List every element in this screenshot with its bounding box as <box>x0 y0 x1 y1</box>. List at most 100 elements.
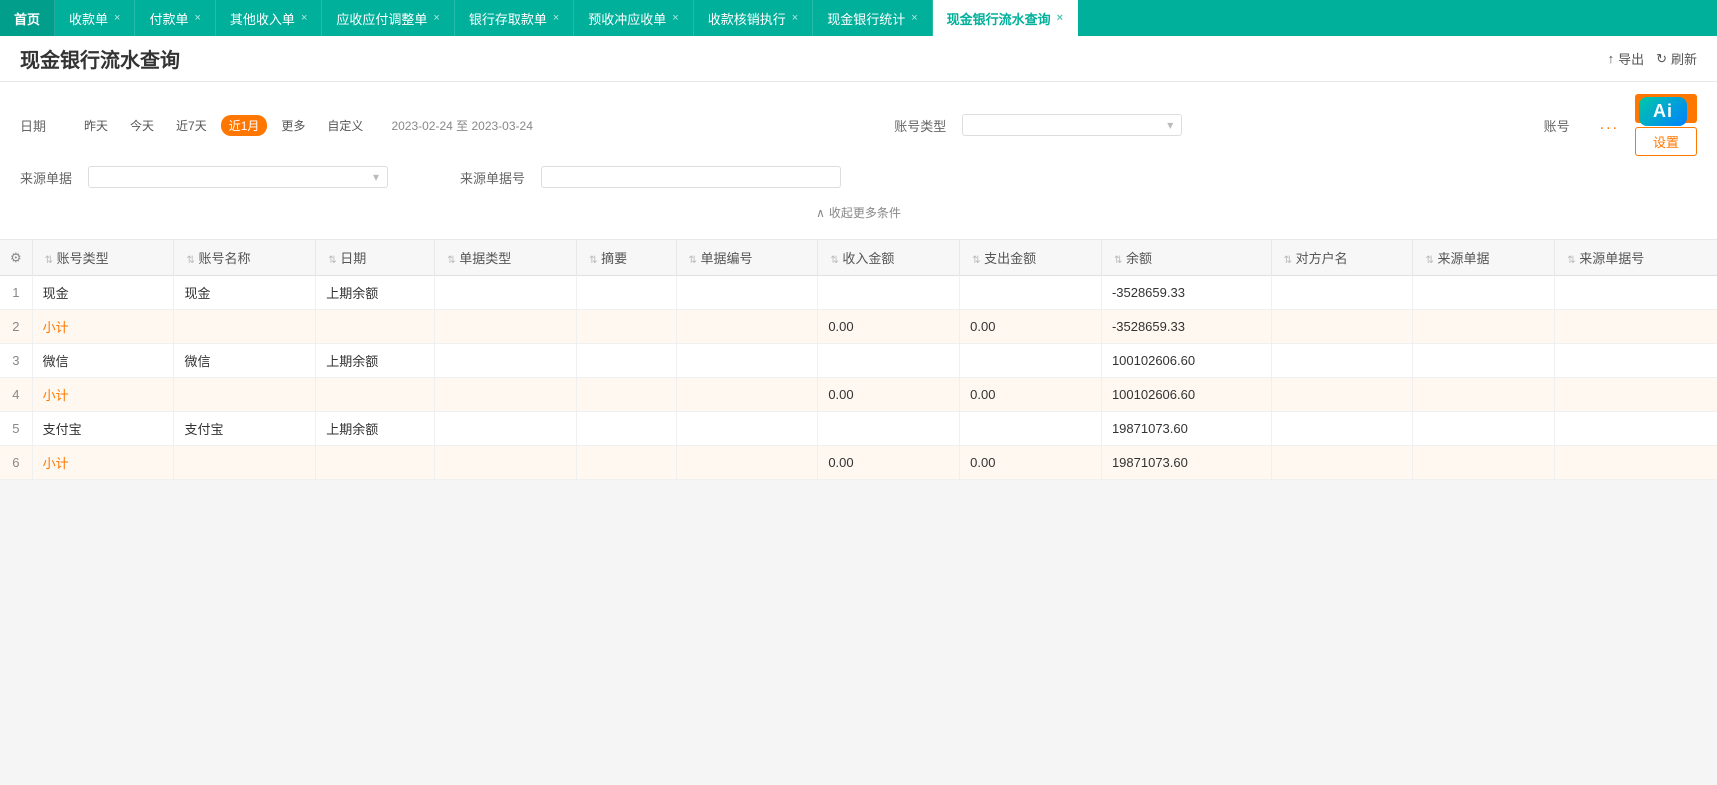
cell-date <box>316 310 435 344</box>
cell-counterparty <box>1271 344 1413 378</box>
collapse-icon: ∧ <box>816 206 825 220</box>
cell-account-type: 支付宝 <box>32 412 174 446</box>
cell-balance: 100102606.60 <box>1101 378 1271 412</box>
close-icon[interactable]: × <box>114 12 120 24</box>
cell-doc-no <box>676 310 818 344</box>
gear-icon[interactable]: ⚙ <box>10 250 22 265</box>
account-type-label: 账号类型 <box>894 116 946 135</box>
date-label: 日期 <box>20 116 60 135</box>
date-opt-7days[interactable]: 近7天 <box>168 115 215 136</box>
cell-income: 0.00 <box>818 378 960 412</box>
th-source-doc-no[interactable]: ⇅ 来源单据号 <box>1555 240 1717 276</box>
cell-date: 上期余额 <box>316 412 435 446</box>
cell-expense: 0.00 <box>960 310 1102 344</box>
date-opt-custom[interactable]: 自定义 <box>319 115 371 136</box>
ai-badge[interactable]: Ai <box>1639 97 1687 126</box>
collapse-bar[interactable]: ∧ 收起更多条件 <box>20 198 1697 227</box>
th-account-name[interactable]: ⇅ 账号名称 <box>174 240 316 276</box>
table-row: 4小计0.000.00100102606.60 <box>0 378 1717 412</box>
close-icon[interactable]: × <box>911 12 917 24</box>
nav-tab-arpa[interactable]: 应收应付调整单 × <box>322 0 454 36</box>
chevron-down-icon: ▾ <box>1167 118 1173 132</box>
source-doc-num-input[interactable] <box>541 166 841 188</box>
th-doc-type[interactable]: ⇅ 单据类型 <box>435 240 577 276</box>
cell-source-doc-no <box>1555 344 1717 378</box>
cell-source-doc <box>1413 276 1555 310</box>
cell-counterparty <box>1271 378 1413 412</box>
table-header-row: ⚙ ⇅ 账号类型 ⇅ 账号名称 ⇅ 日期 ⇅ 单据类型 <box>0 240 1717 276</box>
close-icon[interactable]: × <box>792 12 798 24</box>
th-account-type[interactable]: ⇅ 账号类型 <box>32 240 174 276</box>
cell-doc-type <box>435 276 577 310</box>
close-icon[interactable]: × <box>301 12 307 24</box>
account-type-select[interactable]: ▾ <box>962 114 1182 136</box>
nav-tab-receipt[interactable]: 收款单 × <box>55 0 135 36</box>
cell-doc-type <box>435 412 577 446</box>
cell-income: 0.00 <box>818 310 960 344</box>
th-income[interactable]: ⇅ 收入金额 <box>818 240 960 276</box>
cell-account-name <box>174 446 316 480</box>
data-table: ⚙ ⇅ 账号类型 ⇅ 账号名称 ⇅ 日期 ⇅ 单据类型 <box>0 240 1717 480</box>
cell-date: 上期余额 <box>316 344 435 378</box>
th-balance[interactable]: ⇅ 余额 <box>1101 240 1271 276</box>
nav-tab-bank-deposit[interactable]: 银行存取款单 × <box>455 0 574 36</box>
close-icon[interactable]: × <box>1057 12 1063 24</box>
settings-button[interactable]: 设置 <box>1635 127 1697 156</box>
cell-account-name: 微信 <box>174 344 316 378</box>
date-opt-1month[interactable]: 近1月 <box>221 115 268 136</box>
nav-tab-payment[interactable]: 付款单 × <box>135 0 215 36</box>
nav-tab-other-income[interactable]: 其他收入单 × <box>216 0 322 36</box>
th-source-doc[interactable]: ⇅ 来源单据 <box>1413 240 1555 276</box>
cell-account-type: 现金 <box>32 276 174 310</box>
top-nav: 首页 收款单 × 付款单 × 其他收入单 × 应收应付调整单 × 银行存取款单 … <box>0 0 1717 36</box>
filter-row-date: 日期 昨天 今天 近7天 近1月 更多 自定义 2023-02-24 至 202… <box>20 94 1697 156</box>
cell-source-doc <box>1413 310 1555 344</box>
table-body: 1现金现金上期余额-3528659.332小计0.000.00-3528659.… <box>0 276 1717 480</box>
cell-date <box>316 378 435 412</box>
table-row: 2小计0.000.00-3528659.33 <box>0 310 1717 344</box>
cell-doc-no <box>676 446 818 480</box>
export-button[interactable]: ↑ 导出 <box>1608 49 1645 68</box>
cell-account-name <box>174 310 316 344</box>
date-range-display: 2023-02-24 至 2023-03-24 <box>391 117 532 134</box>
close-icon[interactable]: × <box>553 12 559 24</box>
cell-source-doc <box>1413 344 1555 378</box>
account-dots-button[interactable]: ... <box>1600 116 1619 134</box>
row-number: 2 <box>0 310 32 344</box>
th-gear: ⚙ <box>0 240 32 276</box>
close-icon[interactable]: × <box>194 12 200 24</box>
cell-balance: -3528659.33 <box>1101 310 1271 344</box>
date-opt-today[interactable]: 今天 <box>122 115 162 136</box>
th-counterparty[interactable]: ⇅ 对方户名 <box>1271 240 1413 276</box>
cell-date <box>316 446 435 480</box>
cell-date: 上期余额 <box>316 276 435 310</box>
cell-source-doc <box>1413 446 1555 480</box>
cell-doc-type <box>435 378 577 412</box>
cell-income <box>818 344 960 378</box>
date-opt-more[interactable]: 更多 <box>273 115 313 136</box>
nav-tab-bank-flow[interactable]: 现金银行流水查询 × <box>933 0 1078 36</box>
nav-tab-prepaid[interactable]: 预收冲应收单 × <box>574 0 693 36</box>
cell-account-name: 现金 <box>174 276 316 310</box>
date-opt-yesterday[interactable]: 昨天 <box>76 115 116 136</box>
source-doc-select[interactable]: ▾ <box>88 166 388 188</box>
cell-source-doc-no <box>1555 276 1717 310</box>
nav-home[interactable]: 首页 <box>0 0 55 36</box>
cell-income: 0.00 <box>818 446 960 480</box>
filter-area: 日期 昨天 今天 近7天 近1月 更多 自定义 2023-02-24 至 202… <box>0 82 1717 240</box>
th-expense[interactable]: ⇅ 支出金额 <box>960 240 1102 276</box>
th-doc-no[interactable]: ⇅ 单据编号 <box>676 240 818 276</box>
th-date[interactable]: ⇅ 日期 <box>316 240 435 276</box>
cell-counterparty <box>1271 276 1413 310</box>
cell-balance: 100102606.60 <box>1101 344 1271 378</box>
cell-balance: 19871073.60 <box>1101 446 1271 480</box>
table-row: 1现金现金上期余额-3528659.33 <box>0 276 1717 310</box>
refresh-button[interactable]: ↻ 刷新 <box>1656 49 1697 68</box>
nav-tab-collection[interactable]: 收款核销执行 × <box>694 0 813 36</box>
close-icon[interactable]: × <box>433 12 439 24</box>
nav-tab-bank-stats[interactable]: 现金银行统计 × <box>813 0 932 36</box>
close-icon[interactable]: × <box>672 12 678 24</box>
cell-expense <box>960 344 1102 378</box>
cell-account-type: 小计 <box>32 378 174 412</box>
th-summary[interactable]: ⇅ 摘要 <box>577 240 676 276</box>
